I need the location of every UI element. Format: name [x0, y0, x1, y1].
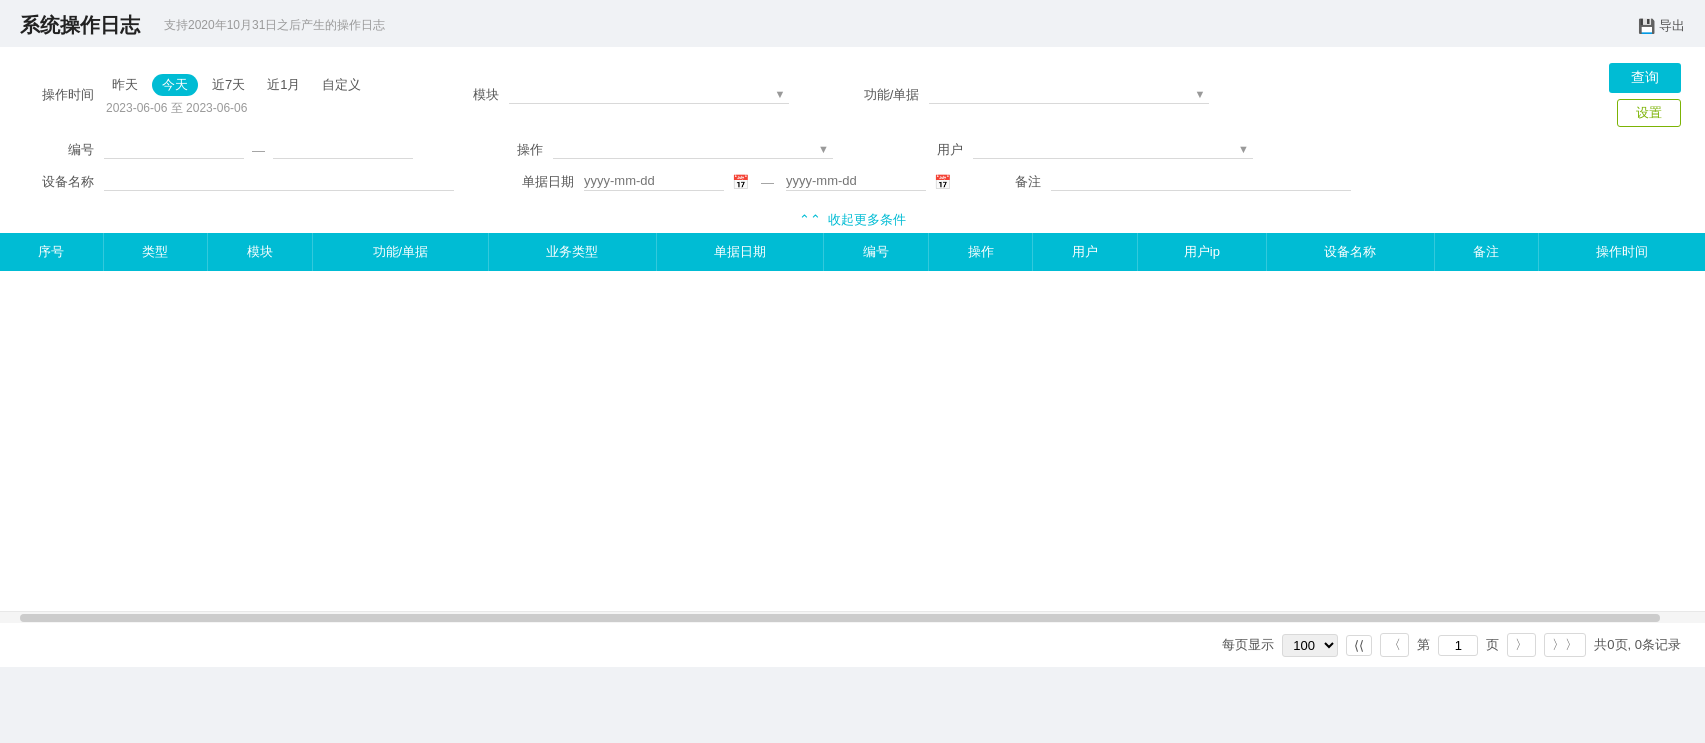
col-op-time: 操作时间 [1538, 233, 1705, 271]
empty-area [0, 271, 1705, 611]
filter-row-3: 设备名称 单据日期 📅 — 📅 备注 [24, 173, 1681, 191]
col-func: 功能/单据 [312, 233, 488, 271]
time-label: 操作时间 [24, 86, 104, 104]
code-label: 编号 [24, 141, 104, 159]
col-module: 模块 [208, 233, 312, 271]
module-label: 模块 [429, 86, 509, 104]
doc-date-label: 单据日期 [514, 173, 584, 191]
export-label: 导出 [1659, 17, 1685, 35]
filter-section: 操作时间 昨天 今天 近7天 近1月 自定义 2023-06-06 至 2023… [0, 47, 1705, 233]
page-header: 系统操作日志 支持2020年10月31日之后产生的操作日志 💾 导出 [0, 0, 1705, 47]
func-label: 功能/单据 [849, 86, 929, 104]
func-select-wrap: ▼ [929, 86, 1209, 104]
date-end-input[interactable] [786, 173, 926, 191]
prev-page-button[interactable]: 〈 [1380, 633, 1409, 657]
col-seq: 序号 [0, 233, 103, 271]
time-btn-7days[interactable]: 近7天 [204, 74, 253, 96]
time-btn-custom[interactable]: 自定义 [314, 74, 369, 96]
code-dash: — [252, 143, 265, 158]
settings-button[interactable]: 设置 [1617, 99, 1681, 127]
filter-row-1: 操作时间 昨天 今天 近7天 近1月 自定义 2023-06-06 至 2023… [24, 63, 1681, 127]
date-start-input[interactable] [584, 173, 724, 191]
first-page-button[interactable]: ⟨⟨ [1346, 635, 1372, 656]
table-header: 序号 类型 模块 功能/单据 业务类型 单据日期 编号 操作 用户 用户ip 设… [0, 233, 1705, 271]
col-remark: 备注 [1434, 233, 1538, 271]
scrollbar-track[interactable] [0, 611, 1705, 623]
code-start-input[interactable] [104, 141, 244, 159]
page-label: 第 [1417, 636, 1430, 654]
calendar-start-icon[interactable]: 📅 [732, 174, 749, 190]
per-page-label: 每页显示 [1222, 636, 1274, 654]
remark-input[interactable] [1051, 173, 1351, 191]
time-filter-group: 昨天 今天 近7天 近1月 自定义 2023-06-06 至 2023-06-0… [104, 74, 369, 117]
time-range-display: 2023-06-06 至 2023-06-06 [104, 100, 369, 117]
op-label: 操作 [473, 141, 553, 159]
pagination-bar: 每页显示 100 ⟨⟨ 〈 第 页 〉 〉〉 共0页, 0条记录 [0, 623, 1705, 667]
col-device: 设备名称 [1266, 233, 1434, 271]
collapse-row[interactable]: ⌃⌃ 收起更多条件 [24, 205, 1681, 233]
export-icon: 💾 [1638, 18, 1655, 34]
col-user: 用户 [1033, 233, 1137, 271]
op-select-wrap: ▼ [553, 141, 833, 159]
col-user-ip: 用户ip [1137, 233, 1266, 271]
func-select[interactable] [929, 86, 1209, 101]
col-type: 类型 [103, 233, 207, 271]
action-buttons: 查询 设置 [1609, 63, 1681, 127]
remark-label: 备注 [1011, 173, 1051, 191]
time-btn-today[interactable]: 今天 [152, 74, 198, 96]
page-number-input[interactable] [1438, 635, 1478, 656]
page-title: 系统操作日志 [20, 12, 140, 39]
user-label: 用户 [893, 141, 973, 159]
col-op: 操作 [928, 233, 1032, 271]
next-page-button[interactable]: 〉 [1507, 633, 1536, 657]
op-select[interactable] [553, 141, 833, 156]
collapse-icon: ⌃⌃ [799, 212, 821, 227]
col-code: 编号 [824, 233, 928, 271]
device-label: 设备名称 [24, 173, 104, 191]
total-info: 共0页, 0条记录 [1594, 636, 1681, 654]
export-button[interactable]: 💾 导出 [1638, 17, 1685, 35]
per-page-select[interactable]: 100 [1282, 634, 1338, 657]
date-dash: — [761, 175, 774, 190]
table-area: 序号 类型 模块 功能/单据 业务类型 单据日期 编号 操作 用户 用户ip 设… [0, 233, 1705, 611]
filter-row-2: 编号 — 操作 ▼ 用户 [24, 141, 1681, 159]
calendar-end-icon[interactable]: 📅 [934, 174, 951, 190]
time-btn-1month[interactable]: 近1月 [259, 74, 308, 96]
device-input[interactable] [104, 173, 454, 191]
header-row: 序号 类型 模块 功能/单据 业务类型 单据日期 编号 操作 用户 用户ip 设… [0, 233, 1705, 271]
time-btn-yesterday[interactable]: 昨天 [104, 74, 146, 96]
code-end-input[interactable] [273, 141, 413, 159]
module-select-wrap: ▼ [509, 86, 789, 104]
last-page-button[interactable]: 〉〉 [1544, 633, 1586, 657]
collapse-label: 收起更多条件 [828, 212, 906, 227]
page-subtitle: 支持2020年10月31日之后产生的操作日志 [164, 17, 385, 34]
scrollbar-thumb[interactable] [20, 614, 1660, 622]
user-select[interactable] [973, 141, 1253, 156]
data-table: 序号 类型 模块 功能/单据 业务类型 单据日期 编号 操作 用户 用户ip 设… [0, 233, 1705, 271]
query-button[interactable]: 查询 [1609, 63, 1681, 93]
time-buttons: 昨天 今天 近7天 近1月 自定义 [104, 74, 369, 96]
col-biz-type: 业务类型 [489, 233, 657, 271]
user-select-wrap: ▼ [973, 141, 1253, 159]
page-wrapper: 系统操作日志 支持2020年10月31日之后产生的操作日志 💾 导出 操作时间 … [0, 0, 1705, 743]
code-range: — [104, 141, 413, 159]
col-doc-date: 单据日期 [656, 233, 824, 271]
module-select[interactable] [509, 86, 789, 101]
page-unit: 页 [1486, 636, 1499, 654]
date-range: 📅 — 📅 [584, 173, 951, 191]
